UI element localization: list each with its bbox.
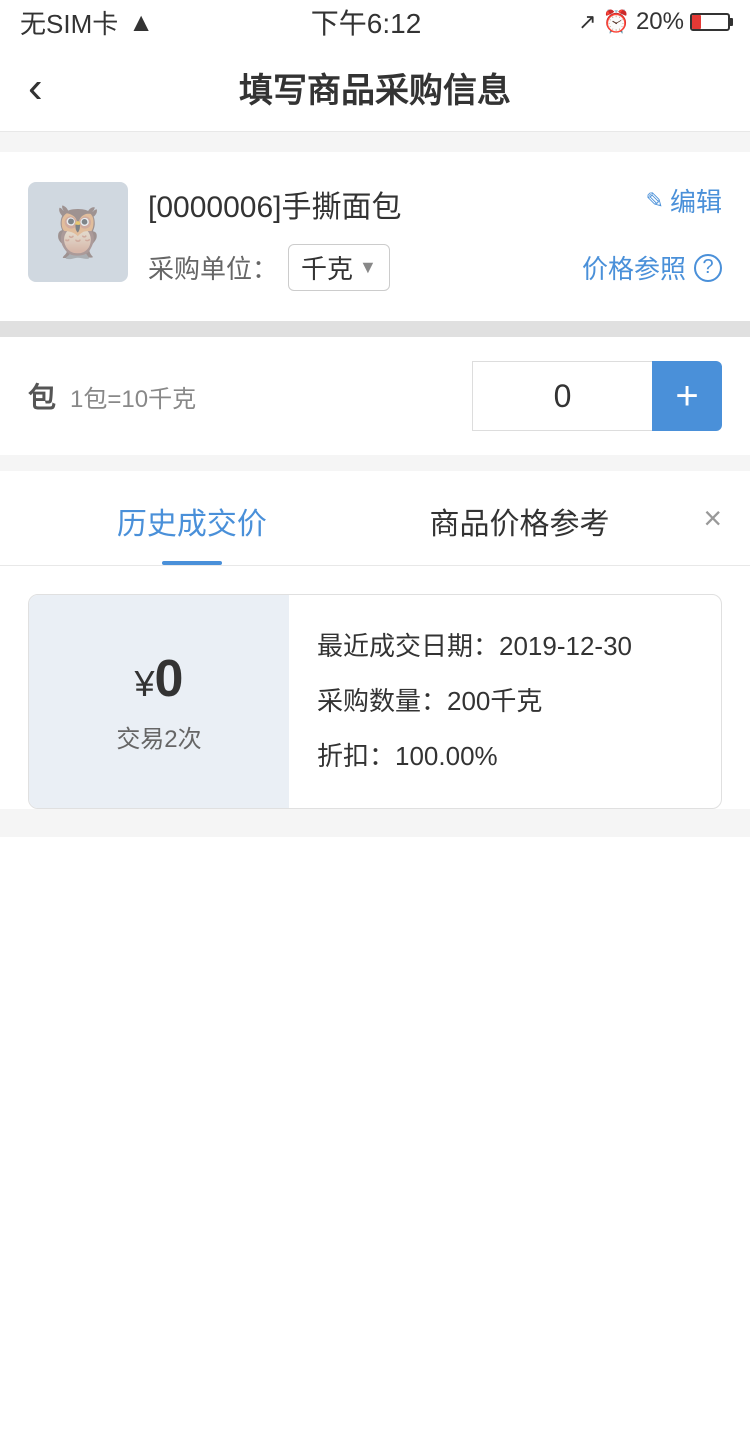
- edit-icon: ✎: [646, 188, 664, 214]
- time-display: 下午6:12: [311, 2, 422, 42]
- price-ref-label: 价格参照: [582, 249, 686, 286]
- tab-history-price[interactable]: 历史成交价: [28, 471, 356, 565]
- empty-content-area: [0, 837, 750, 1437]
- product-row: 🦉 [0000006]手撕面包 采购单位： 千克 ▼ ✎ 编辑 价格参照: [28, 182, 722, 291]
- back-button[interactable]: ‹: [28, 63, 43, 113]
- quantity-detail-label: 采购数量：: [317, 686, 447, 716]
- unit-conversion: 1包=10千克: [70, 379, 196, 414]
- history-card: ¥0 交易2次 最近成交日期：2019-12-30 采购数量：200千克 折扣：…: [28, 594, 722, 809]
- product-info: [0000006]手撕面包 采购单位： 千克 ▼: [148, 182, 401, 291]
- discount-label: 折扣：: [317, 741, 395, 771]
- history-price-display: ¥0: [135, 649, 184, 709]
- page-title: 填写商品采购信息: [239, 63, 511, 112]
- battery-percent: 20%: [636, 8, 684, 36]
- price-ref-panel: 历史成交价 商品价格参考 × ¥0 交易2次 最近成交日期：2019-12-30…: [0, 471, 750, 809]
- quantity-detail-value: 200千克: [447, 686, 542, 716]
- carrier-text: 无SIM卡: [20, 4, 118, 41]
- edit-button[interactable]: ✎ 编辑: [646, 182, 722, 219]
- history-trades-count: 交易2次: [116, 719, 201, 754]
- page-header: ‹ 填写商品采购信息: [0, 44, 750, 132]
- location-icon: ↗: [578, 9, 596, 35]
- price-currency-symbol: ¥: [135, 663, 155, 704]
- unit-dropdown-arrow: ▼: [359, 257, 377, 278]
- product-thumbnail-icon: 🦉: [47, 203, 109, 262]
- quantity-unit-badge: 包: [28, 376, 56, 416]
- discount-value: 100.00%: [395, 741, 498, 771]
- product-right-col: ✎ 编辑 价格参照 ?: [582, 182, 722, 286]
- panel-close-button[interactable]: ×: [683, 480, 722, 557]
- quantity-label-area: 包 1包=10千克: [28, 376, 196, 416]
- battery-icon: [690, 13, 730, 31]
- product-name: [0000006]手撕面包: [148, 182, 401, 226]
- unit-select[interactable]: 千克 ▼: [288, 244, 390, 291]
- quantity-input-area: +: [472, 361, 722, 431]
- status-right: ↗ ⏰ 20%: [578, 8, 730, 36]
- history-card-right: 最近成交日期：2019-12-30 采购数量：200千克 折扣：100.00%: [289, 595, 721, 808]
- product-section: 🦉 [0000006]手撕面包 采购单位： 千克 ▼ ✎ 编辑 价格参照: [0, 152, 750, 321]
- tab-product-price[interactable]: 商品价格参考: [356, 471, 684, 565]
- purchase-quantity-row: 采购数量：200千克: [317, 682, 693, 721]
- price-ref-tabs: 历史成交价 商品价格参考 ×: [0, 471, 750, 566]
- product-unit-row: 采购单位： 千克 ▼: [148, 244, 401, 291]
- quantity-section: 包 1包=10千克 +: [0, 337, 750, 455]
- history-price-value: 0: [155, 650, 184, 708]
- product-left: 🦉 [0000006]手撕面包 采购单位： 千克 ▼: [28, 182, 401, 291]
- recent-date-label: 最近成交日期：: [317, 631, 499, 661]
- status-left: 无SIM卡 ▲: [20, 4, 154, 41]
- recent-date-row: 最近成交日期：2019-12-30: [317, 627, 693, 666]
- recent-date-value: 2019-12-30: [499, 631, 632, 661]
- quantity-plus-button[interactable]: +: [652, 361, 722, 431]
- discount-row: 折扣：100.00%: [317, 737, 693, 776]
- product-image: 🦉: [28, 182, 128, 282]
- unit-label: 采购单位：: [148, 249, 278, 286]
- history-card-left: ¥0 交易2次: [29, 595, 289, 808]
- help-icon: ?: [694, 254, 722, 282]
- quantity-input[interactable]: [472, 361, 652, 431]
- section-divider: [0, 321, 750, 337]
- unit-value: 千克: [301, 249, 353, 286]
- price-ref-link[interactable]: 价格参照 ?: [582, 249, 722, 286]
- wifi-icon: ▲: [128, 7, 154, 38]
- edit-label: 编辑: [670, 182, 722, 219]
- alarm-icon: ⏰: [603, 9, 630, 35]
- status-bar: 无SIM卡 ▲ 下午6:12 ↗ ⏰ 20%: [0, 0, 750, 44]
